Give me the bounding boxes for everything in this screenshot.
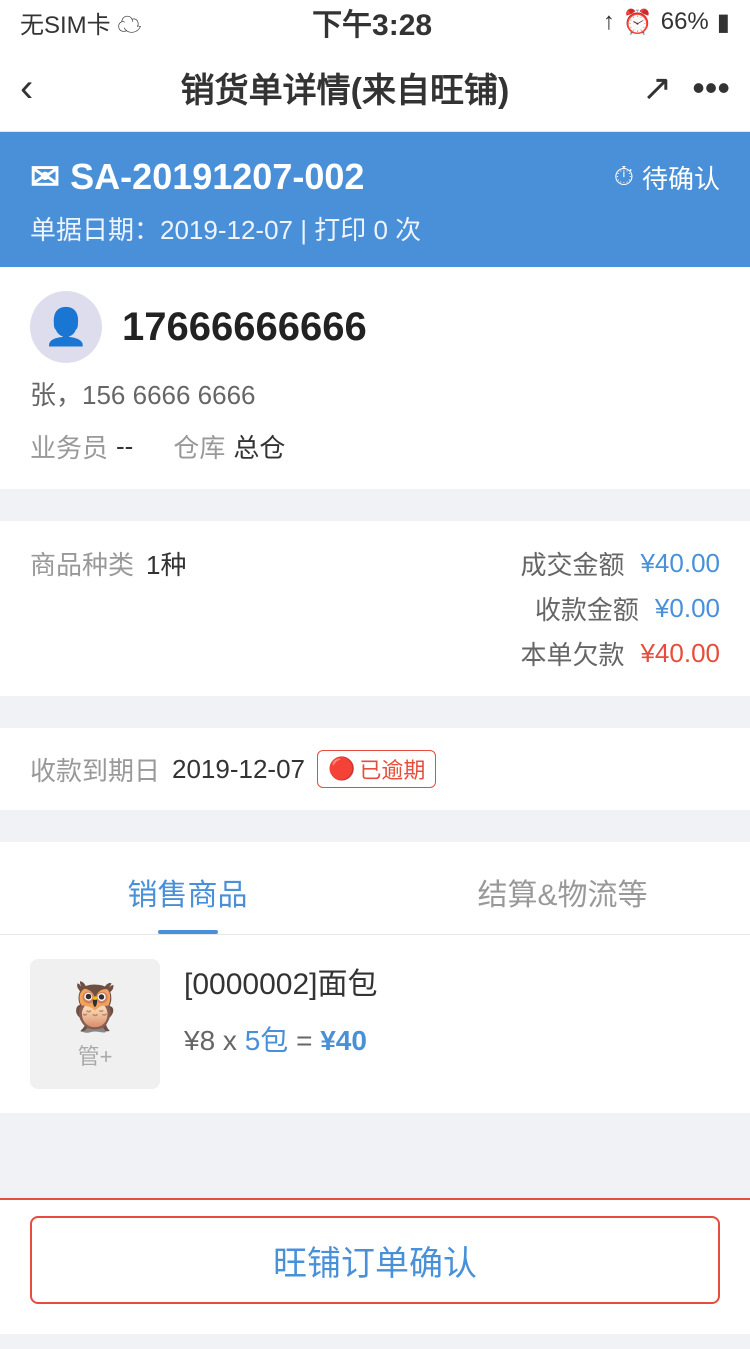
order-status: ⏱ 待确认 [614, 159, 720, 196]
bottom-bar: 旺铺订单确认 [0, 1198, 750, 1334]
customer-avatar: 👤 [30, 291, 102, 363]
tabs-row: 销售商品 结算&物流等 [0, 842, 750, 934]
share-icon[interactable]: ↗ [642, 67, 672, 109]
amount-row: 成交金额 ¥40.00 [520, 545, 720, 582]
tab-settlement[interactable]: 结算&物流等 [375, 842, 750, 934]
product-section: 🦉 管+ [0000002]面包 ¥8 x 5包 = ¥40 [0, 935, 750, 1113]
salesperson-label: 业务员 [30, 428, 108, 465]
confirm-order-button[interactable]: 旺铺订单确认 [30, 1216, 720, 1304]
battery-icon: ▮ [717, 8, 730, 37]
tab-sales-label: 销售商品 [128, 879, 248, 912]
warehouse-label: 仓库 [173, 428, 225, 465]
overdue-icon: 🔴 [328, 756, 355, 782]
owed-row: 本单欠款 ¥40.00 [520, 635, 720, 672]
collected-label: 收款金额 [535, 590, 639, 627]
date-label: 单据日期： [30, 215, 160, 245]
equals-symbol: = [288, 1025, 320, 1056]
customer-name: 张，156 6666 6666 [30, 375, 720, 412]
tabs-section: 销售商品 结算&物流等 [0, 842, 750, 935]
confirm-label: 旺铺订单确认 [273, 1236, 477, 1285]
alarm-icon: ⏰ [623, 8, 653, 37]
amount-label: 成交金额 [520, 545, 624, 582]
product-type-value: 1种 [146, 545, 186, 582]
product-name: [0000002]面包 [184, 959, 720, 1003]
nav-bar: ‹ 销货单详情(来自旺铺) ↗ ••• [0, 44, 750, 132]
product-image: 🦉 管+ [30, 959, 160, 1089]
no-sim-label: 无SIM卡 ☁ [20, 5, 141, 40]
order-status-label: 待确认 [642, 159, 720, 196]
back-arrow-icon: ‹ [20, 68, 33, 108]
product-owl-icon: 🦉 [65, 978, 125, 1035]
salesperson-value: -- [116, 431, 133, 462]
status-right: ↑ ⏰ 66% ▮ [603, 8, 730, 37]
product-brand-label: 管+ [65, 1039, 125, 1071]
product-type-left: 商品种类 1种 [30, 545, 186, 582]
order-date-value: 2019-12-07 [160, 215, 293, 245]
order-date-row: 单据日期：2019-12-07 | 打印 0 次 [30, 210, 720, 247]
product-price: ¥8 [184, 1025, 215, 1056]
salesperson-item: 业务员 -- [30, 428, 133, 465]
product-total: ¥40 [320, 1025, 367, 1056]
product-price-row: ¥8 x 5包 = ¥40 [184, 1019, 720, 1059]
owed-value: ¥40.00 [640, 638, 720, 669]
customer-meta: 业务员 -- 仓库 总仓 [30, 428, 720, 465]
status-time: 下午3:28 [312, 0, 432, 44]
battery-label: 66% [661, 8, 709, 36]
due-date-section: 收款到期日 2019-12-07 🔴 已逾期 [0, 728, 750, 810]
tab-settlement-label: 结算&物流等 [477, 879, 647, 912]
customer-section: 👤 17666666666 张，156 6666 6666 业务员 -- 仓库 … [0, 267, 750, 489]
owed-label: 本单欠款 [520, 635, 624, 672]
amounts-right: 成交金额 ¥40.00 收款金额 ¥0.00 本单欠款 ¥40.00 [520, 545, 720, 672]
warehouse-item: 仓库 总仓 [173, 428, 285, 465]
warehouse-value: 总仓 [233, 428, 285, 465]
nav-actions: ↗ ••• [610, 67, 730, 109]
tab-sales-products[interactable]: 销售商品 [0, 842, 375, 934]
customer-phone: 17666666666 [122, 305, 367, 350]
collected-value: ¥0.00 [655, 593, 720, 624]
overdue-badge: 🔴 已逾期 [317, 750, 436, 788]
collected-row: 收款金额 ¥0.00 [535, 590, 720, 627]
status-bar: 无SIM卡 ☁ 下午3:28 ↑ ⏰ 66% ▮ [0, 0, 750, 44]
avatar-icon: 👤 [44, 306, 89, 348]
product-info: [0000002]面包 ¥8 x 5包 = ¥40 [184, 959, 720, 1059]
summary-section: 商品种类 1种 成交金额 ¥40.00 收款金额 ¥0.00 本单欠款 ¥40.… [0, 521, 750, 696]
print-count: | 打印 0 次 [293, 215, 421, 245]
status-clock-icon: ⏱ [614, 161, 634, 193]
order-id-row: ✉ SA-20191207-002 [30, 156, 364, 198]
back-button[interactable]: ‹ [20, 68, 80, 108]
status-left: 无SIM卡 ☁ [20, 5, 141, 40]
product-type-label: 商品种类 [30, 545, 134, 582]
more-icon[interactable]: ••• [692, 67, 730, 109]
order-header: ✉ SA-20191207-002 ⏱ 待确认 单据日期：2019-12-07 … [0, 132, 750, 267]
order-icon: ✉ [30, 156, 60, 198]
overdue-text: 已逾期 [359, 753, 425, 785]
due-date-value: 2019-12-07 [172, 754, 305, 785]
multiply-symbol: x [215, 1025, 245, 1056]
page-title: 销货单详情(来自旺铺) [80, 63, 610, 112]
product-qty: 5包 [245, 1025, 289, 1056]
due-label: 收款到期日 [30, 751, 160, 788]
order-id-text: SA-20191207-002 [70, 156, 364, 198]
amount-value: ¥40.00 [640, 548, 720, 579]
location-icon: ↑ [603, 8, 615, 36]
